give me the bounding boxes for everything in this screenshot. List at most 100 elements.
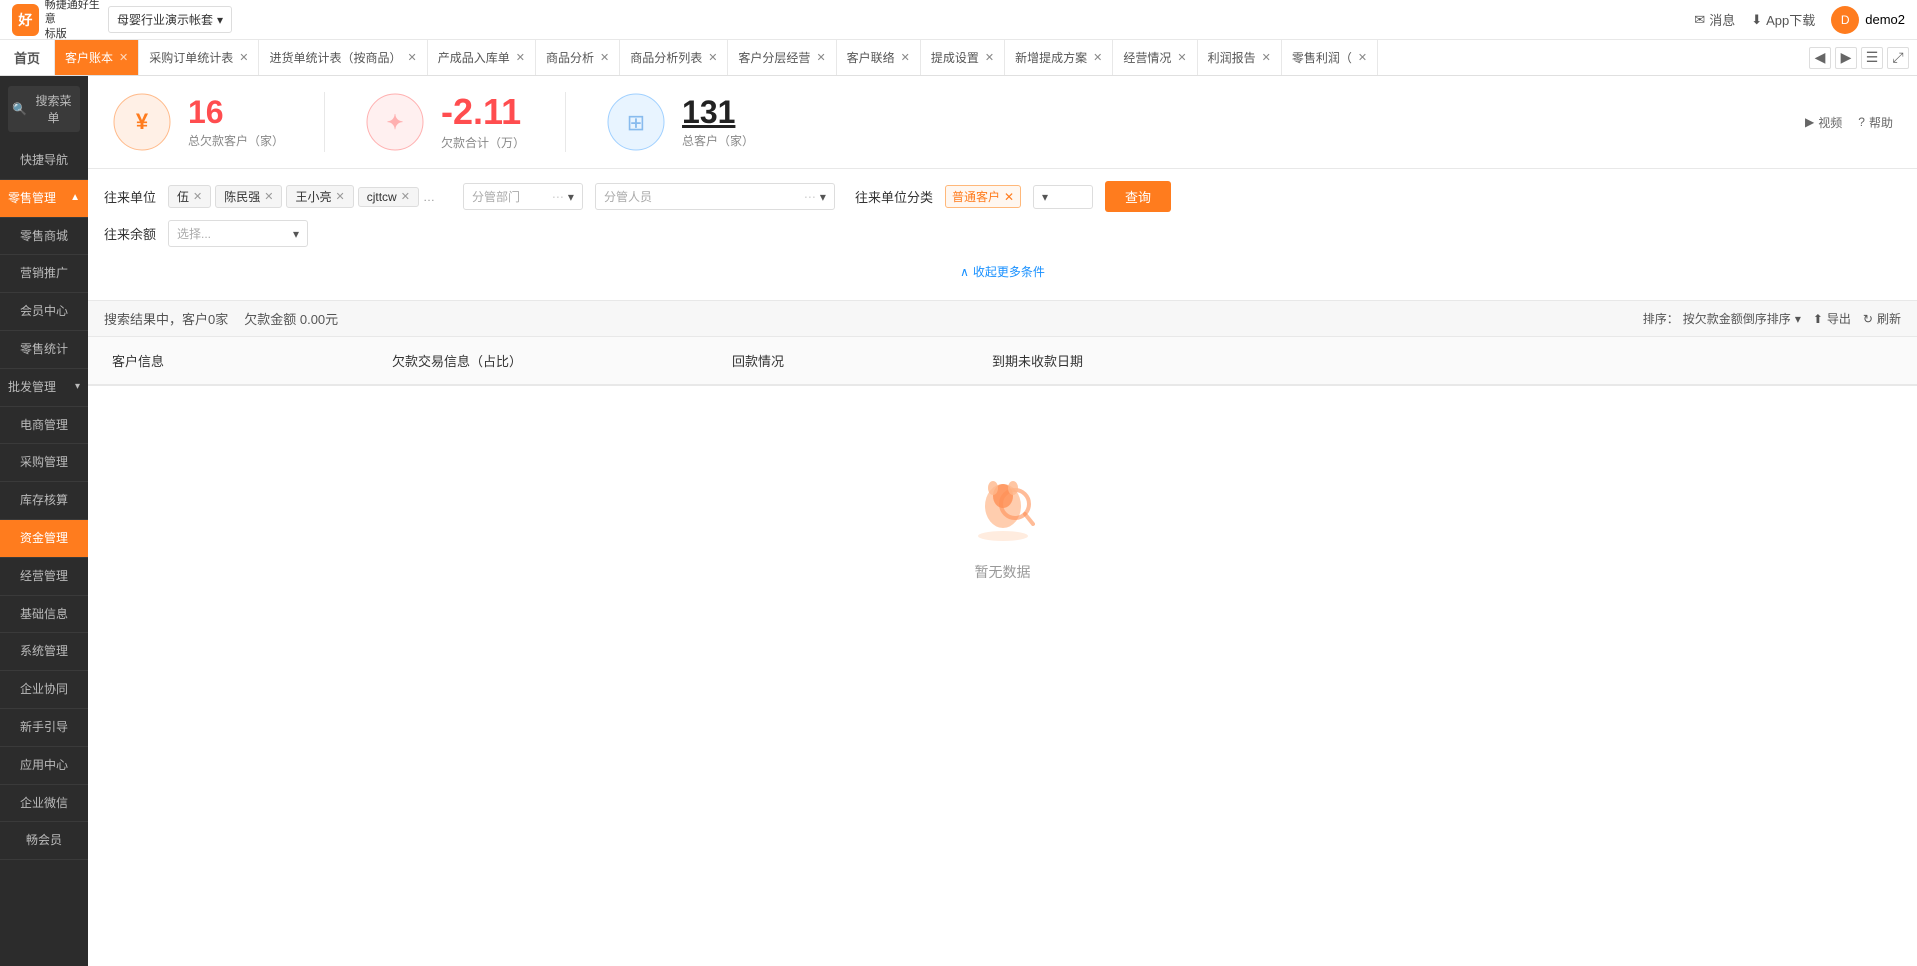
tab-close-purchase-order[interactable]: ✕ [239, 51, 248, 64]
stat-info-overdue: 16 总欠款客户（家） [188, 96, 284, 149]
collapse-button[interactable]: ∧ 收起更多条件 [104, 259, 1901, 284]
tab-close-retail-profit[interactable]: ✕ [1358, 51, 1367, 64]
tab-close-instock-stat[interactable]: ✕ [408, 51, 417, 64]
stat-actions: ▶ 视频 ? 帮助 [1805, 114, 1893, 131]
export-button[interactable]: ⬆ 导出 [1813, 310, 1851, 327]
sidebar-item-ops-mgmt[interactable]: 经营管理 [0, 558, 88, 596]
tab-customer-cost[interactable]: 客户账本 ✕ [55, 40, 139, 76]
sidebar-item-capital-mgmt[interactable]: 资金管理 [0, 520, 88, 558]
tab-customer-tier[interactable]: 客户分层经营 ✕ [728, 40, 836, 76]
tab-instock-stat[interactable]: 进货单统计表（按商品） ✕ [259, 40, 427, 76]
sidebar-item-basic-info[interactable]: 基础信息 [0, 596, 88, 634]
sidebar-item-member-center[interactable]: 会员中心 [0, 293, 88, 331]
sidebar-item-inventory-check[interactable]: 库存核算 [0, 482, 88, 520]
tab-close-promo-settings[interactable]: ✕ [985, 51, 994, 64]
stat-card-overdue-amount: ✦ -2.11 欠款合计（万） [365, 92, 566, 152]
dept-filter-select[interactable]: 分管部门 ⋯ ▾ [463, 183, 583, 210]
tab-close-customer-cost[interactable]: ✕ [119, 51, 128, 64]
unit-class-label: 往来单位分类 [855, 187, 933, 206]
sidebar-item-member-vip[interactable]: 畅会员 [0, 822, 88, 860]
tab-product-analysis-list[interactable]: 商品分析列表 ✕ [620, 40, 728, 76]
sort-select[interactable]: 排序： 按欠款金额倒序排序 ▾ [1643, 310, 1801, 327]
tab-next-button[interactable]: ▶ [1835, 47, 1857, 69]
sidebar-item-new-guide[interactable]: 新手引导 [0, 709, 88, 747]
tab-nav-buttons: ◀ ▶ ☰ ⤢ [1809, 47, 1917, 69]
tab-prev-button[interactable]: ◀ [1809, 47, 1831, 69]
unit-tag-wang-close[interactable]: ✕ [336, 190, 345, 203]
tab-new-promo[interactable]: 新增提成方案 ✕ [1005, 40, 1113, 76]
sidebar-item-marketing[interactable]: 营销推广 [0, 255, 88, 293]
top-bar-right: ✉ 消息 ⬇ App下载 D demo2 [1694, 6, 1905, 34]
tab-promo-settings[interactable]: 提成设置 ✕ [921, 40, 1005, 76]
refresh-button[interactable]: ↻ 刷新 [1863, 310, 1901, 327]
sidebar-item-wholesale-mgmt[interactable]: 批发管理 ▾ [0, 369, 88, 407]
help-link[interactable]: ? 帮助 [1858, 114, 1893, 131]
tab-customer-contact[interactable]: 客户联络 ✕ [837, 40, 921, 76]
sidebar-item-enterprise-wechat[interactable]: 企业微信 [0, 785, 88, 823]
tab-menu-button[interactable]: ☰ [1861, 47, 1883, 69]
sidebar-item-system-mgmt[interactable]: 系统管理 [0, 633, 88, 671]
tab-close-product-analysis-list[interactable]: ✕ [708, 51, 717, 64]
org-selector[interactable]: 母婴行业演示帐套 ▾ [108, 6, 232, 33]
tab-fullscreen-button[interactable]: ⤢ [1887, 47, 1909, 69]
sidebar-item-enterprise-collab[interactable]: 企业协同 [0, 671, 88, 709]
unit-tag-chen: 陈民强 ✕ [215, 185, 282, 208]
tab-close-business-status[interactable]: ✕ [1177, 51, 1186, 64]
video-icon: ▶ [1805, 115, 1814, 129]
sidebar-item-ecommerce[interactable]: 电商管理 [0, 407, 88, 445]
person-filter-select[interactable]: 分管人员 ⋯ ▾ [595, 183, 835, 210]
app-download-button[interactable]: ⬇ App下载 [1751, 10, 1815, 29]
tab-close-customer-tier[interactable]: ✕ [816, 51, 825, 64]
tab-business-status[interactable]: 经营情况 ✕ [1113, 40, 1197, 76]
total-customers-label: 总客户（家） [682, 132, 754, 149]
unit-tag-chen-close[interactable]: ✕ [264, 190, 273, 203]
unit-class-tag-close[interactable]: ✕ [1004, 190, 1014, 204]
filter-row-2: 往来余额 选择... ▾ [104, 220, 1901, 247]
stat-card-overdue-customers: ¥ 16 总欠款客户（家） [112, 92, 325, 152]
th-repayment: 回款情况 [724, 347, 984, 374]
query-button[interactable]: 查询 [1105, 181, 1171, 212]
results-actions: 排序： 按欠款金额倒序排序 ▾ ⬆ 导出 ↻ 刷新 [1643, 310, 1901, 327]
tab-product-instock[interactable]: 产成品入库单 ✕ [428, 40, 536, 76]
tab-close-customer-contact[interactable]: ✕ [901, 51, 910, 64]
balance-filter-select[interactable]: 选择... ▾ [168, 220, 308, 247]
search-menu-button[interactable]: 🔍 搜索菜单 [8, 86, 80, 132]
chevron-down-icon: ▾ [75, 380, 80, 394]
tab-home[interactable]: 首页 [0, 40, 55, 76]
tab-profit-report[interactable]: 利润报告 ✕ [1198, 40, 1282, 76]
unit-filter-tags: 伍 ✕ 陈民强 ✕ 王小亮 ✕ cjttcw ✕ … [168, 185, 435, 208]
tab-product-analysis[interactable]: 商品分析 ✕ [536, 40, 620, 76]
user-area[interactable]: D demo2 [1831, 6, 1905, 34]
tab-close-product-instock[interactable]: ✕ [516, 51, 525, 64]
total-customers-number: 131 [682, 96, 754, 128]
logo-area: 好 畅捷通好生意 标版 [12, 0, 100, 41]
tab-purchase-order[interactable]: 采购订单统计表 ✕ [139, 40, 259, 76]
avatar: D [1831, 6, 1859, 34]
tab-close-new-promo[interactable]: ✕ [1093, 51, 1102, 64]
sidebar-item-retail-mall[interactable]: 零售商城 [0, 218, 88, 256]
tab-close-profit-report[interactable]: ✕ [1262, 51, 1271, 64]
table-header: 客户信息 欠款交易信息（占比） 回款情况 到期未收款日期 [88, 337, 1917, 386]
overdue-amount-label: 欠款合计（万） [441, 134, 525, 151]
unit-tag-wu-close[interactable]: ✕ [193, 190, 202, 203]
sort-chevron: ▾ [1795, 312, 1801, 326]
download-icon: ⬇ [1751, 12, 1762, 28]
sort-value: 按欠款金额倒序排序 [1683, 310, 1791, 327]
svg-text:✦: ✦ [387, 112, 404, 134]
sidebar-item-retail-mgmt[interactable]: 零售管理 ▲ [0, 180, 88, 218]
sidebar-item-app-center[interactable]: 应用中心 [0, 747, 88, 785]
unit-tag-cjttcw-close[interactable]: ✕ [401, 190, 410, 203]
sidebar-item-purchase-mgmt[interactable]: 采购管理 [0, 444, 88, 482]
tab-bar: 首页 客户账本 ✕ 采购订单统计表 ✕ 进货单统计表（按商品） ✕ 产成品入库单… [0, 40, 1917, 76]
filter-more-tags[interactable]: … [423, 190, 435, 204]
overdue-amount-number: -2.11 [441, 94, 525, 130]
th-due-date: 到期未收款日期 [984, 347, 1901, 374]
sidebar-item-quick-nav[interactable]: 快捷导航 [0, 142, 88, 180]
video-link[interactable]: ▶ 视频 [1805, 114, 1842, 131]
tab-retail-profit[interactable]: 零售利润（ ✕ [1282, 40, 1378, 76]
tab-close-product-analysis[interactable]: ✕ [600, 51, 609, 64]
sidebar-item-retail-stats[interactable]: 零售统计 [0, 331, 88, 369]
message-button[interactable]: ✉ 消息 [1694, 10, 1735, 29]
filter-row-1: 往来单位 伍 ✕ 陈民强 ✕ 王小亮 ✕ cjttcw [104, 181, 1901, 212]
unit-class-select[interactable]: ▾ [1033, 185, 1093, 209]
